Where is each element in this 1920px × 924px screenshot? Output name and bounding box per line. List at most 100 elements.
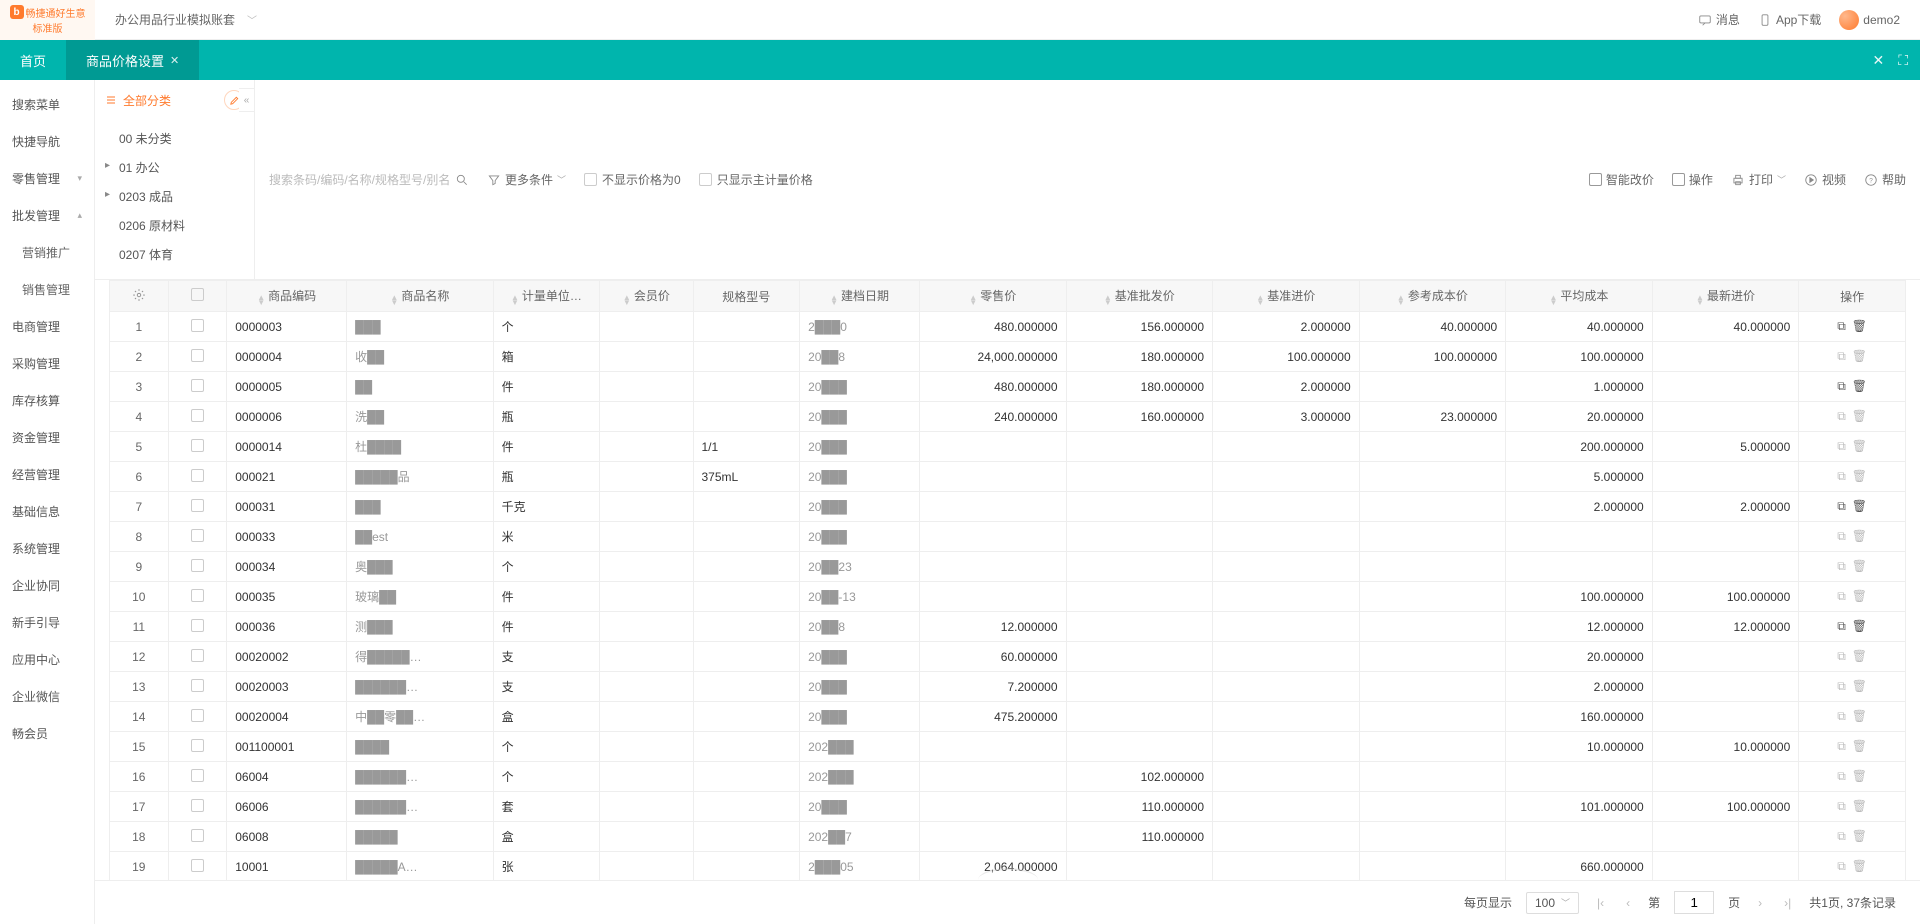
copy-icon[interactable]: ⧉: [1837, 649, 1846, 664]
delete-icon[interactable]: 🗑: [1852, 799, 1867, 814]
delete-icon[interactable]: 🗑: [1852, 469, 1867, 484]
row-checkbox[interactable]: [168, 732, 227, 762]
nav-item[interactable]: 基础信息: [0, 493, 94, 530]
nav-item[interactable]: 企业微信: [0, 678, 94, 715]
nav-subitem[interactable]: 营销推广: [0, 234, 94, 271]
operate-button[interactable]: 操作: [1672, 171, 1713, 188]
category-node[interactable]: 00 未分类: [95, 124, 254, 153]
table-row[interactable]: 9000034奥███个20██23⧉🗑: [110, 552, 1906, 582]
copy-icon[interactable]: ⧉: [1837, 379, 1846, 394]
page-input[interactable]: [1674, 891, 1714, 914]
delete-icon[interactable]: 🗑: [1852, 319, 1867, 334]
row-checkbox[interactable]: [168, 642, 227, 672]
messages-button[interactable]: 消息: [1698, 11, 1740, 28]
row-checkbox[interactable]: [168, 822, 227, 852]
copy-icon[interactable]: ⧉: [1837, 799, 1846, 814]
row-checkbox[interactable]: [168, 612, 227, 642]
app-download-button[interactable]: App下载: [1758, 11, 1821, 28]
search-box[interactable]: [269, 173, 469, 187]
copy-icon[interactable]: ⧉: [1837, 589, 1846, 604]
delete-icon[interactable]: 🗑: [1852, 679, 1867, 694]
col-select-all[interactable]: [168, 281, 227, 312]
delete-icon[interactable]: 🗑: [1852, 499, 1867, 514]
row-checkbox[interactable]: [168, 492, 227, 522]
copy-icon[interactable]: ⧉: [1837, 319, 1846, 334]
tab-home[interactable]: 首页: [0, 40, 66, 80]
nav-item[interactable]: 搜索菜单: [0, 86, 94, 123]
nav-item[interactable]: 经营管理: [0, 456, 94, 493]
delete-icon[interactable]: 🗑: [1852, 589, 1867, 604]
collapse-panel-button[interactable]: «: [239, 88, 255, 112]
search-input[interactable]: [269, 173, 449, 187]
table-row[interactable]: 6000021█████品瓶375mL20███5.000000⧉🗑: [110, 462, 1906, 492]
category-node[interactable]: 0203 成品: [95, 182, 254, 211]
copy-icon[interactable]: ⧉: [1837, 709, 1846, 724]
col-base-whole[interactable]: ▲▼基准批发价: [1066, 281, 1213, 312]
close-icon[interactable]: ✕: [170, 54, 179, 67]
delete-icon[interactable]: 🗑: [1852, 859, 1867, 874]
smart-price-button[interactable]: 智能改价: [1589, 171, 1654, 188]
category-node[interactable]: 01 办公: [95, 153, 254, 182]
user-menu[interactable]: demo2: [1839, 10, 1900, 30]
last-page-button[interactable]: ›|: [1780, 896, 1795, 910]
copy-icon[interactable]: ⧉: [1837, 859, 1846, 874]
table-row[interactable]: 1806008█████盒202██7110.000000⧉🗑: [110, 822, 1906, 852]
row-checkbox[interactable]: [168, 312, 227, 342]
nav-item[interactable]: 电商管理: [0, 308, 94, 345]
row-checkbox[interactable]: [168, 552, 227, 582]
table-row[interactable]: 30000005██件20███480.000000180.0000002.00…: [110, 372, 1906, 402]
col-latest-in[interactable]: ▲▼最新进价: [1652, 281, 1799, 312]
copy-icon[interactable]: ⧉: [1837, 439, 1846, 454]
col-code[interactable]: ▲▼商品编码: [227, 281, 347, 312]
prev-page-button[interactable]: ‹: [1622, 896, 1634, 910]
row-checkbox[interactable]: [168, 522, 227, 552]
print-button[interactable]: 打印﹀: [1731, 171, 1786, 188]
table-row[interactable]: 1400020004中██零██…盒20███475.200000160.000…: [110, 702, 1906, 732]
nav-item[interactable]: 批发管理▴: [0, 197, 94, 234]
col-member[interactable]: ▲▼会员价: [600, 281, 693, 312]
copy-icon[interactable]: ⧉: [1837, 559, 1846, 574]
copy-icon[interactable]: ⧉: [1837, 469, 1846, 484]
video-button[interactable]: 视频: [1804, 171, 1846, 188]
workspace-selector[interactable]: 办公用品行业模拟账套 ﹀: [95, 11, 277, 28]
col-avg-cost[interactable]: ▲▼平均成本: [1506, 281, 1653, 312]
copy-icon[interactable]: ⧉: [1837, 349, 1846, 364]
col-ref-cost[interactable]: ▲▼参考成本价: [1359, 281, 1506, 312]
nav-item[interactable]: 畅会员: [0, 715, 94, 752]
row-checkbox[interactable]: [168, 432, 227, 462]
delete-icon[interactable]: 🗑: [1852, 439, 1867, 454]
row-checkbox[interactable]: [168, 402, 227, 432]
nav-item[interactable]: 库存核算: [0, 382, 94, 419]
delete-icon[interactable]: 🗑: [1852, 709, 1867, 724]
checkbox-main-unit[interactable]: 只显示主计量价格: [699, 171, 813, 188]
copy-icon[interactable]: ⧉: [1837, 829, 1846, 844]
delete-icon[interactable]: 🗑: [1852, 739, 1867, 754]
delete-icon[interactable]: 🗑: [1852, 769, 1867, 784]
col-unit[interactable]: ▲▼计量单位…: [493, 281, 600, 312]
col-date[interactable]: ▲▼建档日期: [800, 281, 920, 312]
table-row[interactable]: 1300020003██████…支20███7.2000002.000000⧉…: [110, 672, 1906, 702]
row-checkbox[interactable]: [168, 702, 227, 732]
row-checkbox[interactable]: [168, 792, 227, 822]
delete-icon[interactable]: 🗑: [1852, 349, 1867, 364]
copy-icon[interactable]: ⧉: [1837, 499, 1846, 514]
row-checkbox[interactable]: [168, 462, 227, 492]
col-settings[interactable]: [110, 281, 169, 312]
tab-price-settings[interactable]: 商品价格设置 ✕: [66, 40, 199, 80]
row-checkbox[interactable]: [168, 852, 227, 881]
col-base-in[interactable]: ▲▼基准进价: [1213, 281, 1360, 312]
tab-close-all[interactable]: ✕: [1872, 52, 1884, 69]
nav-item[interactable]: 新手引导: [0, 604, 94, 641]
copy-icon[interactable]: ⧉: [1837, 529, 1846, 544]
category-node[interactable]: 0207 体育: [95, 240, 254, 269]
nav-item[interactable]: 企业协同: [0, 567, 94, 604]
table-row[interactable]: 1606004██████…个202███102.000000⧉🗑: [110, 762, 1906, 792]
category-node[interactable]: 0206 原材料: [95, 211, 254, 240]
nav-subitem[interactable]: 销售管理: [0, 271, 94, 308]
table-row[interactable]: 1706006██████…套20███110.000000101.000000…: [110, 792, 1906, 822]
nav-item[interactable]: 系统管理: [0, 530, 94, 567]
row-checkbox[interactable]: [168, 342, 227, 372]
table-row[interactable]: 8000033██est米20███⧉🗑: [110, 522, 1906, 552]
copy-icon[interactable]: ⧉: [1837, 619, 1846, 634]
delete-icon[interactable]: 🗑: [1852, 829, 1867, 844]
